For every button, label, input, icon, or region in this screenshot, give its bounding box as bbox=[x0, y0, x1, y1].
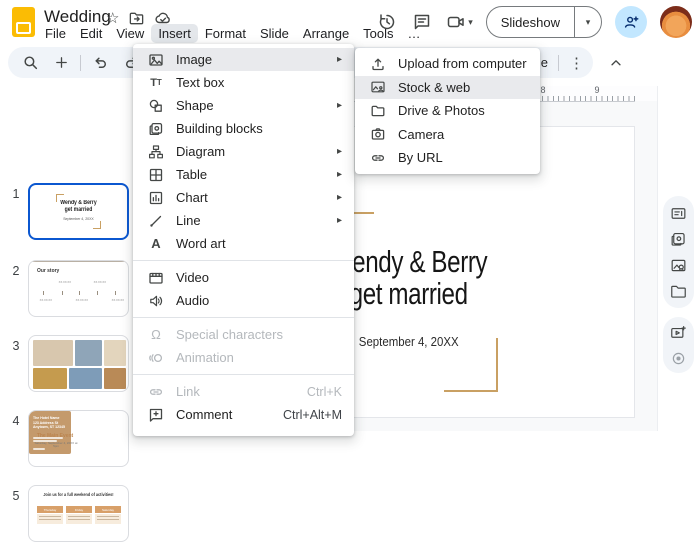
chart-icon bbox=[147, 189, 165, 207]
slide-number: 4 bbox=[12, 414, 20, 428]
slideshow-button[interactable]: Slideshow ▾ bbox=[485, 6, 602, 38]
menu-item-word-art[interactable]: A Word art bbox=[133, 232, 354, 255]
submenu-arrow-icon: ▸ bbox=[336, 192, 342, 203]
slide-thumbnail-5[interactable]: Join us for a full weekend of activities… bbox=[28, 485, 129, 542]
photos-icon[interactable] bbox=[668, 254, 690, 276]
slide-number: 1 bbox=[12, 187, 20, 201]
menu-file[interactable]: File bbox=[38, 24, 73, 43]
slides-logo[interactable] bbox=[12, 7, 35, 37]
ruler-label-9: 9 bbox=[594, 85, 600, 95]
slide-thumbnail-4[interactable]: The Main Event Saturday, September 4, 20… bbox=[28, 410, 129, 467]
submenu-arrow-icon: ▸ bbox=[336, 215, 342, 226]
menu-item-diagram[interactable]: Diagram ▸ bbox=[133, 140, 354, 163]
menu-slide[interactable]: Slide bbox=[253, 24, 296, 43]
share-button[interactable] bbox=[615, 6, 647, 38]
filmstrip-panel: 1 2 3 4 5 Wendy & Berry get married Sept… bbox=[0, 86, 133, 542]
stock-web-icon bbox=[369, 78, 387, 96]
screencast-icon[interactable] bbox=[668, 321, 690, 343]
slide-number: 3 bbox=[12, 339, 20, 353]
menu-item-special-characters: Ω Special characters bbox=[133, 323, 354, 346]
zoom-add-icon[interactable] bbox=[49, 51, 73, 75]
corner-bracket-bottom-right bbox=[444, 390, 498, 392]
submenu-arrow-icon: ▸ bbox=[336, 100, 342, 111]
animation-icon bbox=[147, 349, 165, 367]
diagram-icon bbox=[147, 143, 165, 161]
word-art-icon: A bbox=[151, 236, 161, 251]
submenu-item-upload-from-computer[interactable]: Upload from computer bbox=[355, 52, 540, 76]
menu-divider bbox=[133, 260, 354, 261]
layouts-icon[interactable] bbox=[668, 202, 690, 224]
app-header: Wedding ☆ File Edit View Insert Format S… bbox=[0, 0, 700, 44]
submenu-arrow-icon: ▸ bbox=[336, 54, 342, 65]
link-icon bbox=[147, 383, 165, 401]
menu-item-line[interactable]: Line ▸ bbox=[133, 209, 354, 232]
menu-item-video[interactable]: Video bbox=[133, 266, 354, 289]
audio-icon bbox=[147, 292, 165, 310]
drive-folder-icon[interactable] bbox=[668, 280, 690, 302]
slide-number: 5 bbox=[12, 489, 20, 503]
folder-icon bbox=[369, 102, 387, 120]
camera-icon bbox=[369, 125, 387, 143]
image-submenu: Upload from computer Stock & web Drive &… bbox=[355, 48, 540, 174]
toolbar-overflow-icon[interactable]: ⋮ bbox=[569, 54, 584, 72]
submenu-item-by-url[interactable]: By URL bbox=[355, 146, 540, 170]
menubar: File Edit View Insert Format Slide Arran… bbox=[38, 24, 428, 43]
menu-item-image[interactable]: Image ▸ bbox=[133, 48, 354, 71]
meet-dropdown-icon[interactable]: ▾ bbox=[468, 17, 473, 28]
account-avatar[interactable] bbox=[660, 6, 692, 38]
slide-thumbnail-1[interactable]: Wendy & Berry get married September 4, 2… bbox=[28, 183, 129, 240]
comment-history-icon[interactable] bbox=[411, 11, 433, 33]
menu-item-comment[interactable]: Comment Ctrl+Alt+M bbox=[133, 403, 354, 426]
submenu-item-drive-and-photos[interactable]: Drive & Photos bbox=[355, 99, 540, 123]
menu-arrange[interactable]: Arrange bbox=[296, 24, 356, 43]
meet-call-button[interactable]: ▾ bbox=[446, 12, 473, 32]
search-menus-icon[interactable] bbox=[18, 51, 42, 75]
menu-item-link: Link Ctrl+K bbox=[133, 380, 354, 403]
video-icon bbox=[147, 269, 165, 287]
version-history-icon[interactable] bbox=[376, 11, 398, 33]
menu-format[interactable]: Format bbox=[198, 24, 253, 43]
menu-item-chart[interactable]: Chart ▸ bbox=[133, 186, 354, 209]
undo-icon[interactable] bbox=[88, 51, 112, 75]
url-link-icon bbox=[369, 149, 387, 167]
submenu-item-stock-and-web[interactable]: Stock & web bbox=[355, 75, 540, 99]
image-icon bbox=[147, 51, 165, 69]
submenu-arrow-icon: ▸ bbox=[336, 169, 342, 180]
omega-icon: Ω bbox=[151, 327, 161, 342]
text-box-icon: TT bbox=[150, 76, 162, 89]
menu-item-table[interactable]: Table ▸ bbox=[133, 163, 354, 186]
slide-thumbnail-2[interactable]: Our story XX.XX.XX XX.XX.XX XX.XX.XX XX.… bbox=[28, 260, 129, 317]
slide-number: 2 bbox=[12, 264, 20, 278]
line-icon bbox=[147, 212, 165, 230]
upload-icon bbox=[369, 55, 387, 73]
menu-item-audio[interactable]: Audio bbox=[133, 289, 354, 312]
building-blocks-icon bbox=[147, 120, 165, 138]
submenu-arrow-icon: ▸ bbox=[336, 146, 342, 157]
record-icon[interactable] bbox=[668, 347, 690, 369]
submenu-item-camera[interactable]: Camera bbox=[355, 123, 540, 147]
menu-item-animation: Animation bbox=[133, 346, 354, 369]
building-blocks-icon[interactable] bbox=[668, 228, 690, 250]
shape-icon bbox=[147, 97, 165, 115]
slide-thumbnail-3[interactable] bbox=[28, 335, 129, 392]
slideshow-dropdown-icon[interactable]: ▾ bbox=[575, 17, 601, 28]
menu-item-text-box[interactable]: TT Text box bbox=[133, 71, 354, 94]
table-icon bbox=[147, 166, 165, 184]
collapse-toolbar-icon[interactable] bbox=[604, 51, 628, 75]
menu-item-building-blocks[interactable]: Building blocks bbox=[133, 117, 354, 140]
menu-view[interactable]: View bbox=[109, 24, 151, 43]
menu-divider bbox=[133, 317, 354, 318]
comment-add-icon bbox=[147, 406, 165, 424]
insert-menu: Image ▸ TT Text box Shape ▸ Building blo… bbox=[133, 44, 354, 436]
menu-item-shape[interactable]: Shape ▸ bbox=[133, 94, 354, 117]
menu-insert[interactable]: Insert bbox=[151, 24, 198, 43]
menu-edit[interactable]: Edit bbox=[73, 24, 109, 43]
menu-divider bbox=[133, 374, 354, 375]
